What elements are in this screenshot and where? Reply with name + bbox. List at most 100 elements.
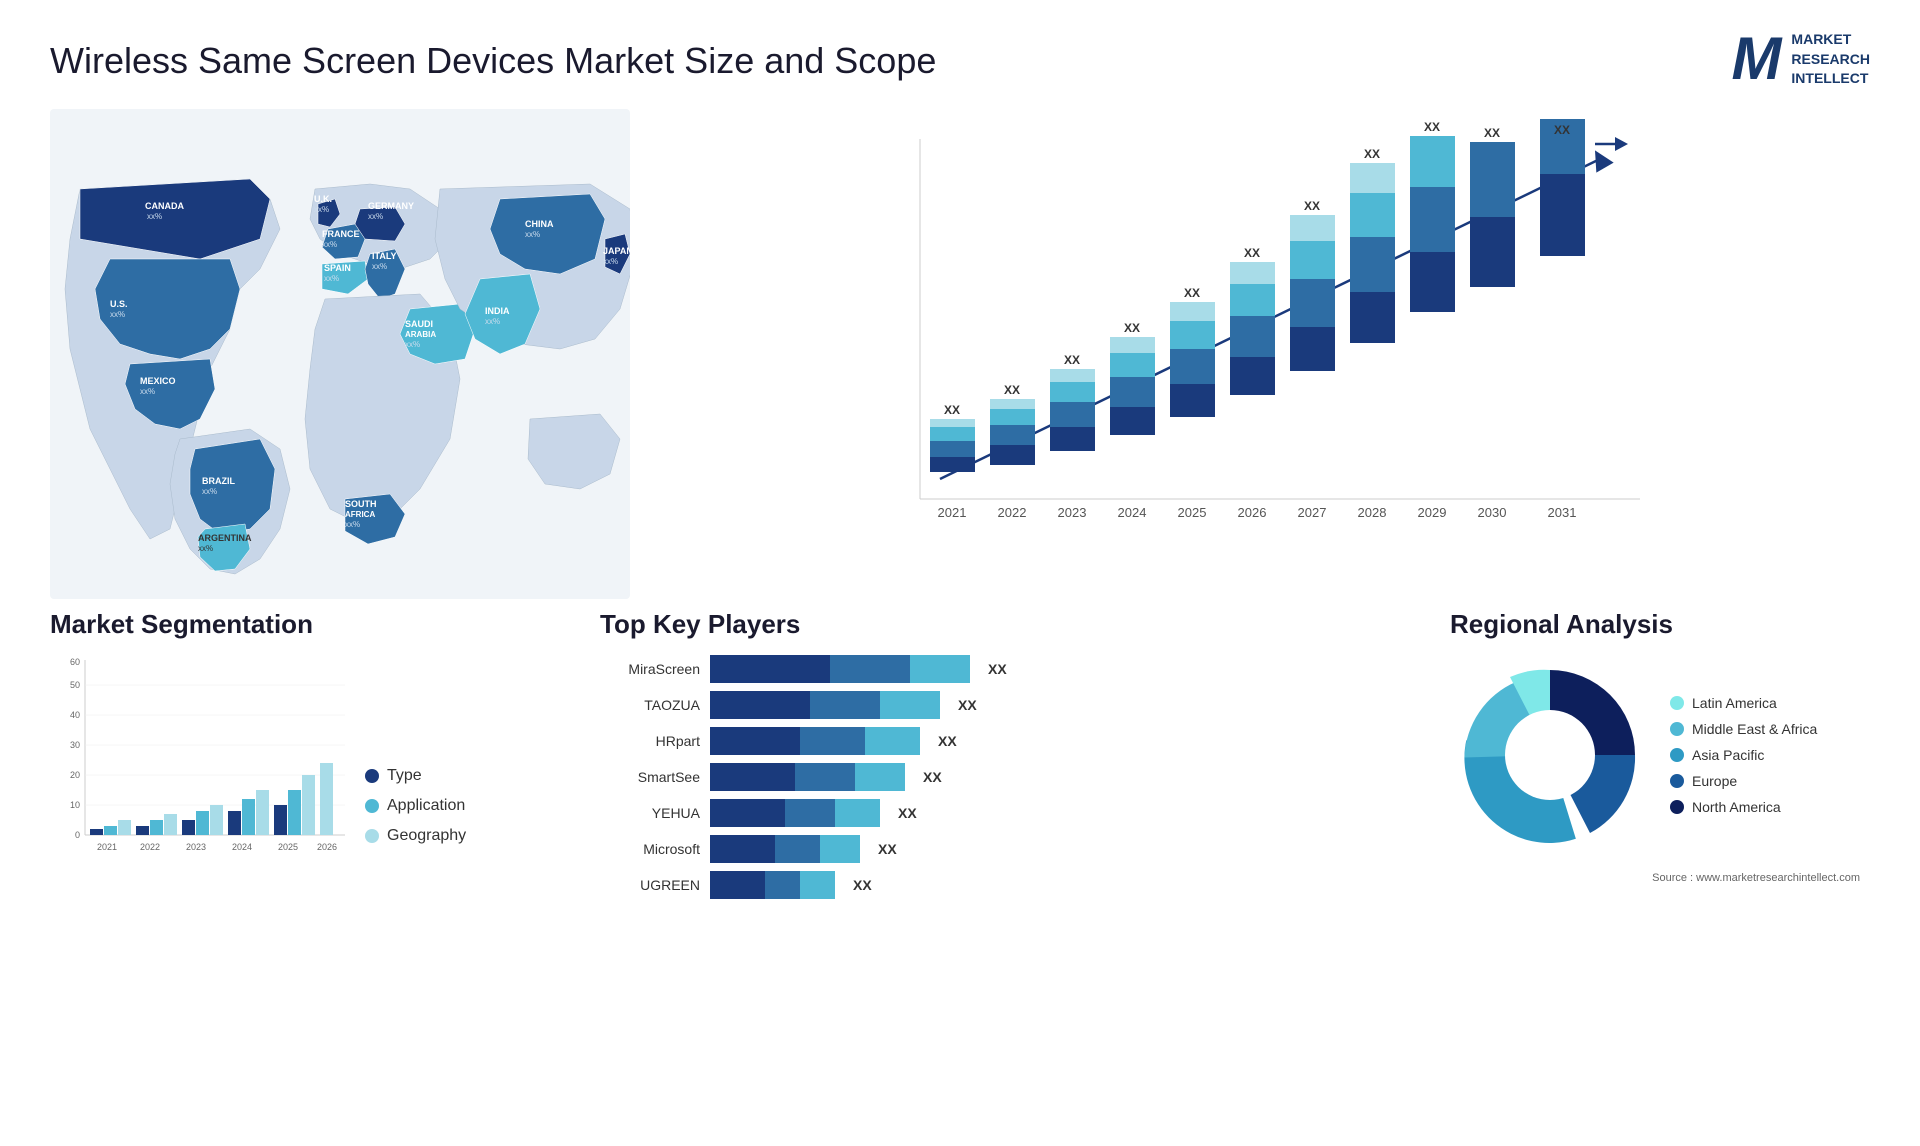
player-name-6: UGREEN	[600, 877, 700, 893]
segmentation-section: Market Segmentation 0 10 20 30 40 50 60	[50, 609, 570, 889]
svg-text:XX: XX	[1364, 147, 1380, 161]
world-map-section: CANADA xx% U.S. xx% MEXICO xx% BRAZIL xx…	[50, 109, 630, 599]
player-value-3: XX	[923, 769, 942, 785]
svg-text:SPAIN: SPAIN	[324, 263, 351, 273]
player-value-4: XX	[898, 805, 917, 821]
player-name-0: MiraScreen	[600, 661, 700, 677]
player-value-6: XX	[853, 877, 872, 893]
svg-text:AFRICA: AFRICA	[345, 510, 375, 519]
svg-text:xx%: xx%	[324, 274, 339, 283]
svg-text:2025: 2025	[1178, 505, 1207, 520]
svg-text:2024: 2024	[232, 842, 252, 852]
page-title: Wireless Same Screen Devices Market Size…	[50, 40, 936, 82]
svg-text:XX: XX	[1184, 286, 1200, 300]
player-name-2: HRpart	[600, 733, 700, 749]
reg-dot-na	[1670, 800, 1684, 814]
svg-text:2023: 2023	[1058, 505, 1087, 520]
player-value-1: XX	[958, 697, 977, 713]
legend-label-type: Type	[387, 767, 422, 785]
logo-m: M	[1731, 32, 1781, 86]
svg-text:50: 50	[70, 680, 80, 690]
player-value-2: XX	[938, 733, 957, 749]
reg-legend-asia: Asia Pacific	[1670, 747, 1817, 763]
svg-text:2022: 2022	[140, 842, 160, 852]
svg-text:xx%: xx%	[198, 544, 213, 553]
svg-text:XX: XX	[1484, 126, 1500, 140]
player-row-smartsee: SmartSee XX	[600, 763, 1420, 791]
player-value-0: XX	[988, 661, 1007, 677]
legend-application: Application	[365, 797, 466, 815]
svg-text:CANADA: CANADA	[145, 201, 184, 211]
player-row-mirasceen: MiraScreen XX	[600, 655, 1420, 683]
svg-text:2030: 2030	[1478, 505, 1507, 520]
svg-text:U.S.: U.S.	[110, 299, 128, 309]
players-section: Top Key Players MiraScreen XX TAOZUA	[600, 609, 1420, 889]
svg-text:2029: 2029	[1418, 505, 1447, 520]
svg-text:XX: XX	[1004, 383, 1020, 397]
svg-text:xx%: xx%	[372, 262, 387, 271]
reg-label-latin: Latin America	[1692, 695, 1777, 711]
svg-text:xx%: xx%	[314, 205, 329, 214]
svg-text:2031: 2031	[1548, 505, 1577, 520]
player-name-3: SmartSee	[600, 769, 700, 785]
svg-text:xx%: xx%	[525, 230, 540, 239]
svg-text:2024: 2024	[1118, 505, 1147, 520]
regional-title: Regional Analysis	[1450, 609, 1870, 640]
regional-legend: Latin America Middle East & Africa Asia …	[1670, 695, 1817, 815]
svg-text:MEXICO: MEXICO	[140, 376, 176, 386]
svg-text:xx%: xx%	[405, 340, 420, 349]
player-row-yehua: YEHUA XX	[600, 799, 1420, 827]
players-title: Top Key Players	[600, 609, 1420, 640]
player-row-hrpart: HRpart XX	[600, 727, 1420, 755]
svg-text:XX: XX	[1064, 353, 1080, 367]
svg-text:60: 60	[70, 657, 80, 667]
svg-text:SAUDI: SAUDI	[405, 319, 433, 329]
svg-text:U.K.: U.K.	[314, 194, 332, 204]
svg-text:2021: 2021	[938, 505, 967, 520]
reg-legend-latin: Latin America	[1670, 695, 1817, 711]
player-row-microsoft: Microsoft XX	[600, 835, 1420, 863]
reg-label-asia: Asia Pacific	[1692, 747, 1764, 763]
svg-text:2026: 2026	[317, 842, 337, 852]
svg-text:xx%: xx%	[147, 212, 162, 221]
svg-text:2028: 2028	[1358, 505, 1387, 520]
regional-section: Regional Analysis	[1450, 609, 1870, 889]
legend-label-application: Application	[387, 797, 465, 815]
svg-text:2027: 2027	[1298, 505, 1327, 520]
reg-label-na: North America	[1692, 799, 1781, 815]
reg-dot-mea	[1670, 722, 1684, 736]
svg-text:2026: 2026	[1238, 505, 1267, 520]
donut-container: Latin America Middle East & Africa Asia …	[1450, 655, 1870, 855]
svg-text:xx%: xx%	[202, 487, 217, 496]
svg-text:GERMANY: GERMANY	[368, 201, 414, 211]
svg-text:BRAZIL: BRAZIL	[202, 476, 235, 486]
svg-text:xx%: xx%	[485, 317, 500, 326]
svg-text:xx%: xx%	[603, 257, 618, 266]
svg-text:0: 0	[75, 830, 80, 840]
player-name-1: TAOZUA	[600, 697, 700, 713]
svg-text:ARABIA: ARABIA	[405, 330, 436, 339]
svg-text:FRANCE: FRANCE	[322, 229, 360, 239]
svg-text:ITALY: ITALY	[372, 251, 397, 261]
svg-text:xx%: xx%	[345, 520, 360, 529]
svg-text:20: 20	[70, 770, 80, 780]
svg-text:40: 40	[70, 710, 80, 720]
donut-chart	[1450, 655, 1650, 855]
svg-text:XX: XX	[1244, 246, 1260, 260]
bar-chart-section: 2021 XX 2022 XX 2023 XX	[650, 109, 1870, 599]
svg-text:xx%: xx%	[140, 387, 155, 396]
svg-text:XX: XX	[1124, 321, 1140, 335]
header: Wireless Same Screen Devices Market Size…	[50, 30, 1870, 89]
svg-text:ARGENTINA: ARGENTINA	[198, 533, 252, 543]
svg-text:xx%: xx%	[368, 212, 383, 221]
player-name-5: Microsoft	[600, 841, 700, 857]
players-list: MiraScreen XX TAOZUA XX	[600, 655, 1420, 899]
reg-legend-na: North America	[1670, 799, 1817, 815]
player-value-5: XX	[878, 841, 897, 857]
logo-container: M MARKET RESEARCH INTELLECT	[1731, 30, 1870, 89]
segmentation-chart: 0 10 20 30 40 50 60	[50, 655, 350, 875]
legend-geography: Geography	[365, 827, 466, 845]
logo-text: MARKET RESEARCH INTELLECT	[1791, 30, 1870, 89]
reg-label-mea: Middle East & Africa	[1692, 721, 1817, 737]
world-map-svg: CANADA xx% U.S. xx% MEXICO xx% BRAZIL xx…	[50, 109, 630, 599]
